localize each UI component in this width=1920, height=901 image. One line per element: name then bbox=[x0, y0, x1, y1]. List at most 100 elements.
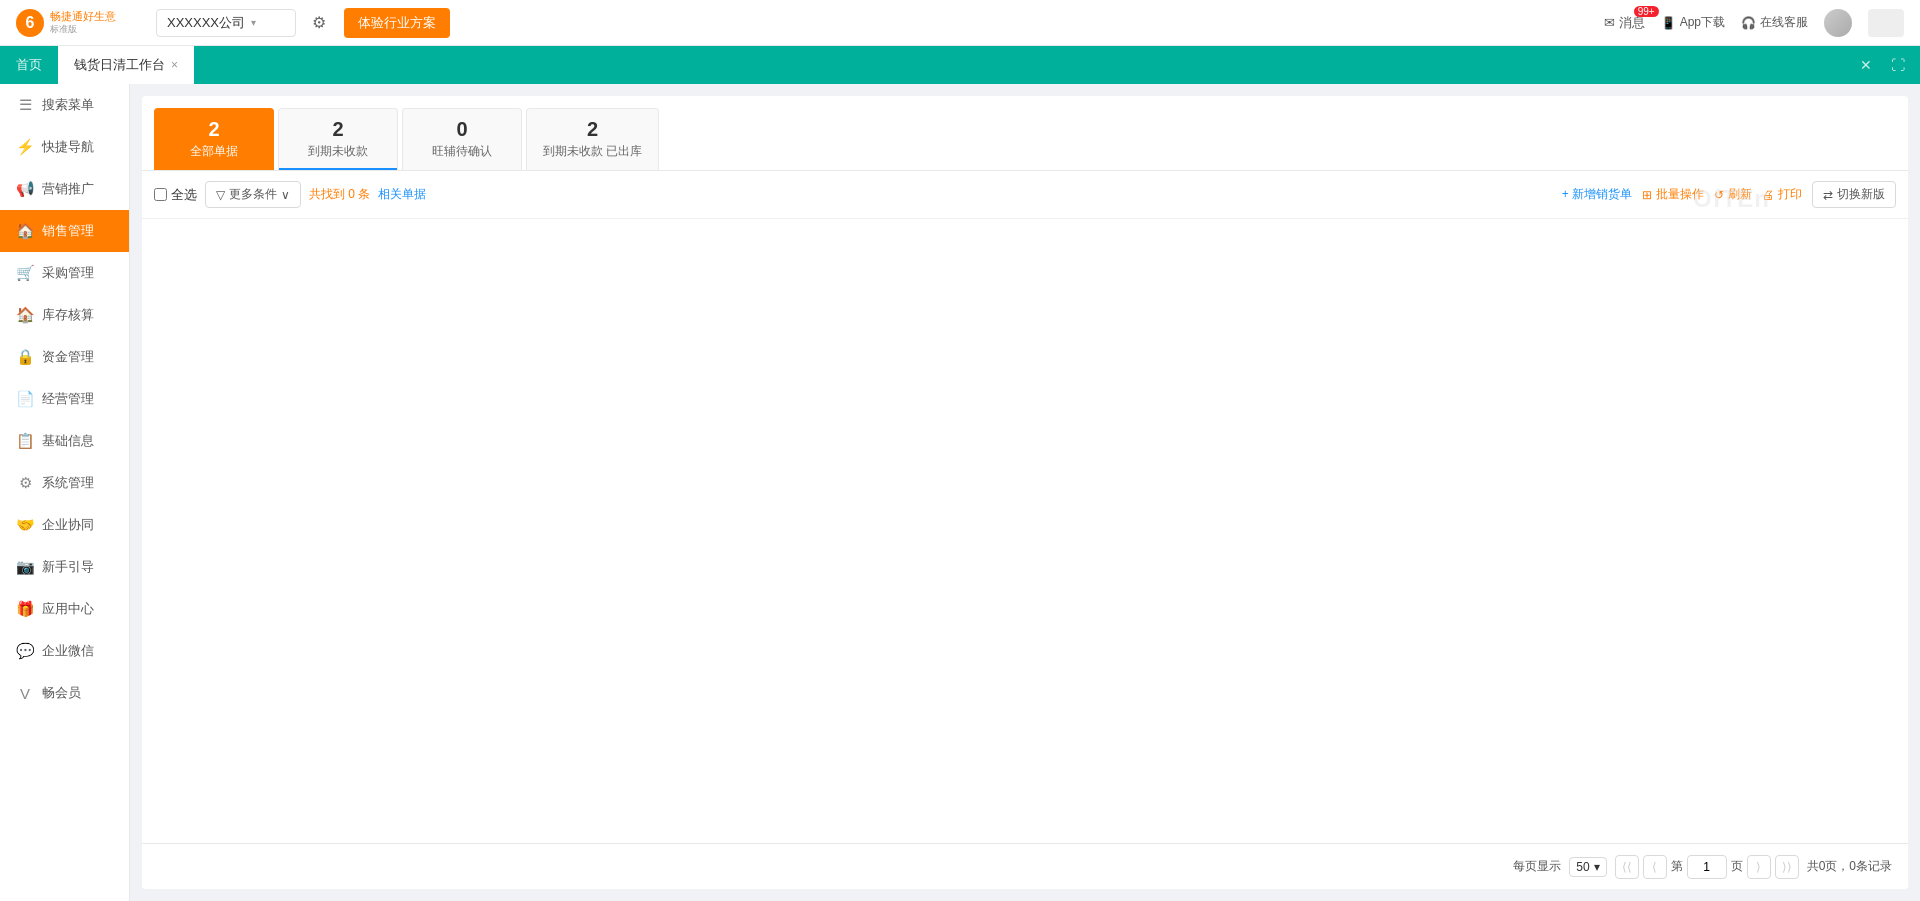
batch-icon: ⊞ bbox=[1642, 188, 1652, 202]
window-controls: ✕ ⛶ bbox=[1854, 53, 1920, 77]
sidebar-item-wechat[interactable]: 💬 企业微信 bbox=[0, 630, 129, 672]
operations-icon: 📄 bbox=[16, 390, 34, 408]
sidebar-label-search: 搜索菜单 bbox=[42, 96, 94, 114]
sidebar-item-inventory[interactable]: 🏠 库存核算 bbox=[0, 294, 129, 336]
online-service-button[interactable]: 🎧 在线客服 bbox=[1741, 14, 1808, 31]
sidebar-label-inventory: 库存核算 bbox=[42, 306, 94, 324]
filter-button[interactable]: ▽ 更多条件 ∨ bbox=[205, 181, 301, 208]
next-page-button[interactable]: ⟩ bbox=[1747, 855, 1771, 879]
company-selector[interactable]: XXXXXX公司 ▾ bbox=[156, 9, 296, 37]
tab-cash-reconciliation[interactable]: 钱货日清工作台 × bbox=[58, 46, 194, 84]
marketing-icon: 📢 bbox=[16, 180, 34, 198]
sidebar-item-operations[interactable]: 📄 经营管理 bbox=[0, 378, 129, 420]
company-name: XXXXXX公司 bbox=[167, 14, 245, 32]
switch-version-button[interactable]: ⇄ 切换新版 bbox=[1812, 181, 1896, 208]
toolbar-right: + 新增销货单 ⊞ 批量操作 ↺ 刷新 🖨 打印 ⇄ bbox=[1562, 181, 1896, 208]
sales-icon: 🏠 bbox=[16, 222, 34, 240]
guide-icon: 📷 bbox=[16, 558, 34, 576]
batch-operation-button[interactable]: ⊞ 批量操作 bbox=[1642, 186, 1704, 203]
switch-label: 切换新版 bbox=[1837, 186, 1885, 203]
sidebar: ☰ 搜索菜单 ⚡ 快捷导航 📢 营销推广 🏠 销售管理 🛒 采购管理 🏠 库存核… bbox=[0, 84, 130, 901]
avatar[interactable] bbox=[1824, 9, 1852, 37]
summary-tab-shipped-num: 2 bbox=[543, 117, 642, 141]
window-expand-icon[interactable]: ⛶ bbox=[1886, 53, 1910, 77]
refresh-label: 刷新 bbox=[1728, 186, 1752, 203]
summary-tab-shipped[interactable]: 2 到期未收款 已出库 bbox=[526, 108, 659, 170]
app-download-button[interactable]: 📱 App下载 bbox=[1661, 14, 1725, 31]
tab-close-icon[interactable]: × bbox=[171, 58, 178, 72]
settings-button[interactable]: ⚙ bbox=[304, 8, 334, 38]
sidebar-label-finance: 资金管理 bbox=[42, 348, 94, 366]
sidebar-item-appstore[interactable]: 🎁 应用中心 bbox=[0, 588, 129, 630]
toolbar: 全选 ▽ 更多条件 ∨ 共找到 0 条 相关单据 + 新增销货单 ⊞ bbox=[142, 171, 1908, 219]
message-badge: 99+ bbox=[1634, 6, 1659, 17]
sidebar-label-sales: 销售管理 bbox=[42, 222, 94, 240]
table-area bbox=[142, 219, 1908, 843]
sidebar-item-base-info[interactable]: 📋 基础信息 bbox=[0, 420, 129, 462]
print-button[interactable]: 🖨 打印 bbox=[1762, 186, 1802, 203]
sidebar-label-system: 系统管理 bbox=[42, 474, 94, 492]
header-right: ✉ 消息 99+ 📱 App下载 🎧 在线客服 bbox=[1604, 9, 1904, 37]
quicknav-icon: ⚡ bbox=[16, 138, 34, 156]
sidebar-item-guide[interactable]: 📷 新手引导 bbox=[0, 546, 129, 588]
page-navigation: ⟨⟨ ⟨ 第 页 ⟩ ⟩⟩ bbox=[1615, 855, 1799, 879]
sidebar-label-collab: 企业协同 bbox=[42, 516, 94, 534]
download-icon: 📱 bbox=[1661, 16, 1676, 30]
base-info-icon: 📋 bbox=[16, 432, 34, 450]
related-orders-link[interactable]: 相关单据 bbox=[378, 186, 426, 203]
sidebar-label-member: 畅会员 bbox=[42, 684, 81, 702]
message-button[interactable]: ✉ 消息 99+ bbox=[1604, 14, 1645, 32]
trial-button[interactable]: 体验行业方案 bbox=[344, 8, 450, 38]
per-page-label: 每页显示 bbox=[1513, 858, 1561, 875]
tab-home[interactable]: 首页 bbox=[0, 46, 58, 84]
refresh-button[interactable]: ↺ 刷新 bbox=[1714, 186, 1752, 203]
summary-tab-overdue[interactable]: 2 到期未收款 bbox=[278, 108, 398, 170]
prev-page-button[interactable]: ⟨ bbox=[1643, 855, 1667, 879]
sidebar-item-sales[interactable]: 🏠 销售管理 bbox=[0, 210, 129, 252]
sidebar-label-purchase: 采购管理 bbox=[42, 264, 94, 282]
sidebar-item-finance[interactable]: 🔒 资金管理 bbox=[0, 336, 129, 378]
search-menu-icon: ☰ bbox=[16, 96, 34, 114]
sidebar-item-system[interactable]: ⚙ 系统管理 bbox=[0, 462, 129, 504]
filter-chevron-icon: ∨ bbox=[281, 188, 290, 202]
summary-tab-all-num: 2 bbox=[171, 117, 257, 141]
summary-tab-wangpu[interactable]: 0 旺辅待确认 bbox=[402, 108, 522, 170]
sidebar-label-operations: 经营管理 bbox=[42, 390, 94, 408]
sidebar-label-guide: 新手引导 bbox=[42, 558, 94, 576]
logo-icon: 6 bbox=[16, 9, 44, 37]
user-name-area bbox=[1868, 9, 1904, 37]
message-icon: ✉ bbox=[1604, 15, 1615, 30]
first-page-button[interactable]: ⟨⟨ bbox=[1615, 855, 1639, 879]
page-input[interactable] bbox=[1687, 855, 1727, 879]
select-all-label: 全选 bbox=[171, 186, 197, 204]
sidebar-item-purchase[interactable]: 🛒 采购管理 bbox=[0, 252, 129, 294]
select-all-checkbox[interactable]: 全选 bbox=[154, 186, 197, 204]
sidebar-label-quicknav: 快捷导航 bbox=[42, 138, 94, 156]
filter-icon: ▽ bbox=[216, 188, 225, 202]
navigation-tabs: 首页 钱货日清工作台 × ✕ ⛶ bbox=[0, 46, 1920, 84]
per-page-select[interactable]: 50 ▾ bbox=[1569, 857, 1606, 877]
switch-icon: ⇄ bbox=[1823, 188, 1833, 202]
sidebar-label-wechat: 企业微信 bbox=[42, 642, 94, 660]
last-page-button[interactable]: ⟩⟩ bbox=[1775, 855, 1799, 879]
logo-tag: 标准版 bbox=[50, 23, 116, 36]
sidebar-item-quicknav[interactable]: ⚡ 快捷导航 bbox=[0, 126, 129, 168]
sidebar-item-member[interactable]: V 畅会员 bbox=[0, 672, 129, 714]
window-close-icon[interactable]: ✕ bbox=[1854, 53, 1878, 77]
collab-icon: 🤝 bbox=[16, 516, 34, 534]
cash-tab-label: 钱货日清工作台 bbox=[74, 56, 165, 74]
found-number: 0 bbox=[348, 187, 355, 201]
pagination-bar: 每页显示 50 ▾ ⟨⟨ ⟨ 第 页 ⟩ ⟩⟩ 共0页，0条记录 bbox=[142, 843, 1908, 889]
sidebar-item-collab[interactable]: 🤝 企业协同 bbox=[0, 504, 129, 546]
add-order-button[interactable]: + 新增销货单 bbox=[1562, 186, 1632, 203]
select-all-input[interactable] bbox=[154, 188, 167, 201]
summary-tab-wangpu-num: 0 bbox=[419, 117, 505, 141]
summary-tab-all[interactable]: 2 全部单据 bbox=[154, 108, 274, 170]
refresh-icon: ↺ bbox=[1714, 188, 1724, 202]
sidebar-item-search[interactable]: ☰ 搜索菜单 bbox=[0, 84, 129, 126]
summary-tab-overdue-label: 到期未收款 bbox=[295, 143, 381, 160]
home-tab-label: 首页 bbox=[16, 56, 42, 74]
sidebar-item-marketing[interactable]: 📢 营销推广 bbox=[0, 168, 129, 210]
summary-tab-overdue-num: 2 bbox=[295, 117, 381, 141]
download-label: App下载 bbox=[1680, 14, 1725, 31]
